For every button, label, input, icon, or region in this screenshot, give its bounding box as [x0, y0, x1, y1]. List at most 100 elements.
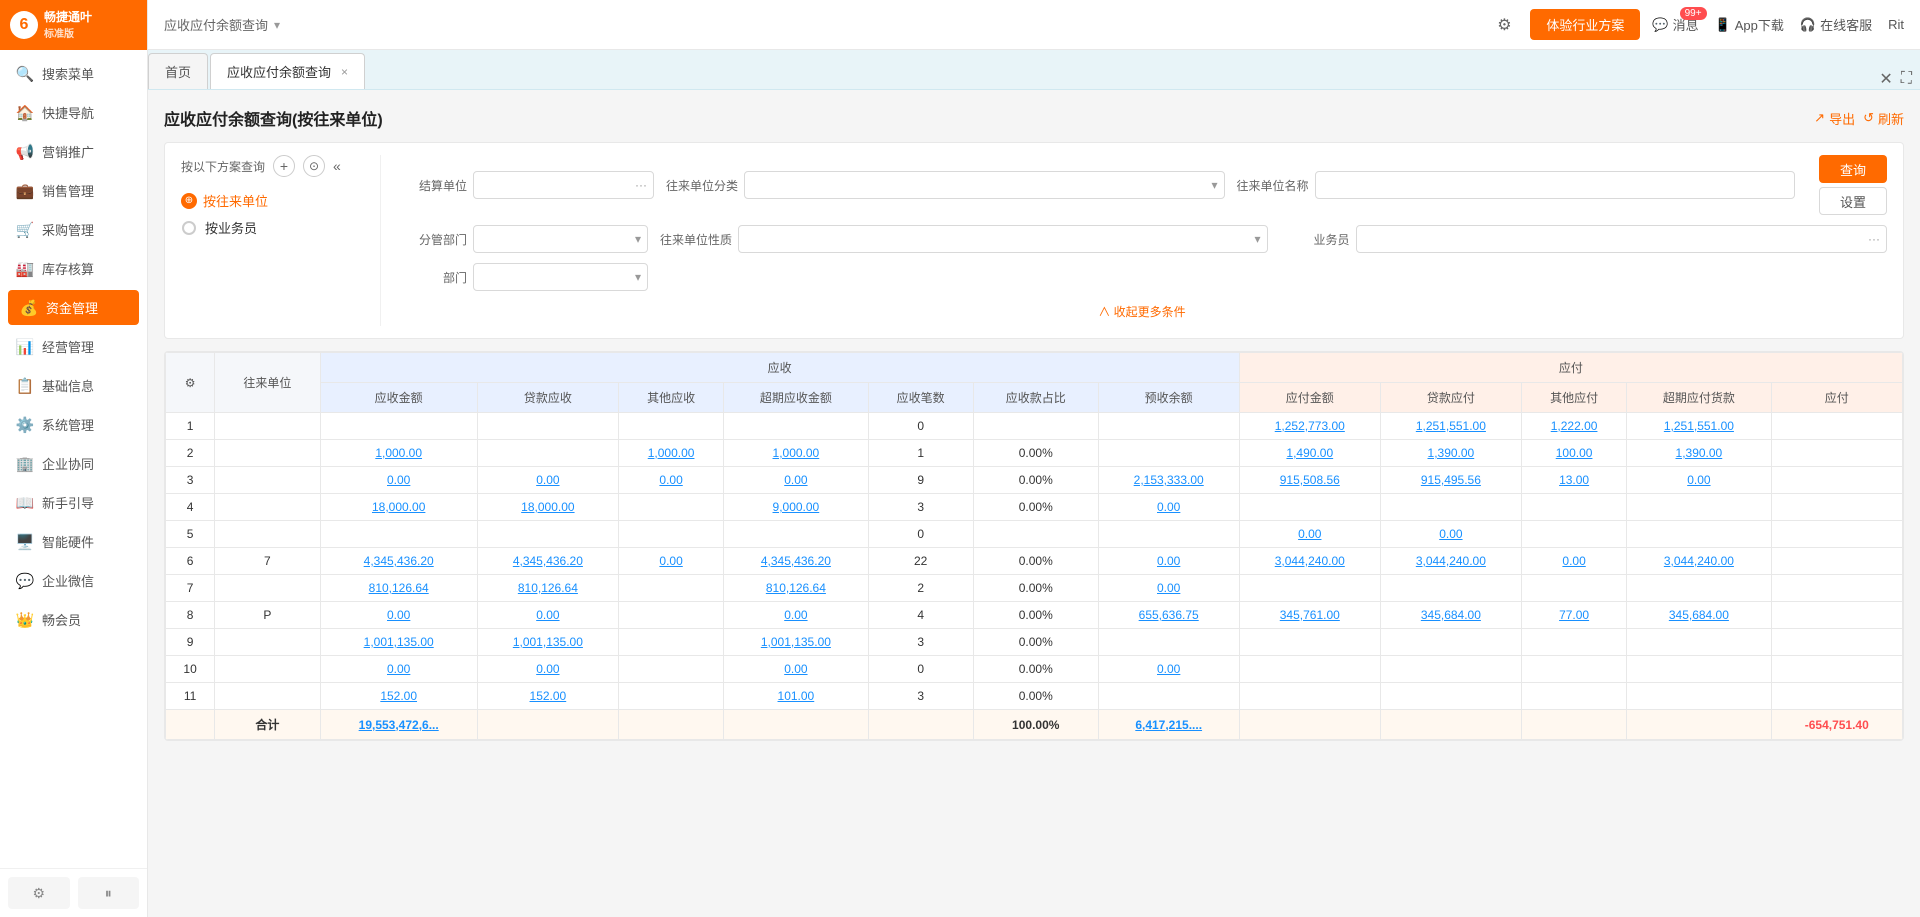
- row-prepay[interactable]: 0.00: [1098, 656, 1239, 683]
- scheme-option-unit[interactable]: ⊕ 按往来单位: [181, 189, 368, 212]
- row-ap-remain[interactable]: [1771, 683, 1903, 710]
- filter-dept-mgr-input[interactable]: [480, 232, 635, 246]
- row-ap-loan[interactable]: 3,044,240.00: [1380, 548, 1521, 575]
- row-ar-amount[interactable]: [320, 521, 477, 548]
- tab-expand-btn[interactable]: ⛶: [1901, 70, 1912, 88]
- row-prepay[interactable]: 655,636.75: [1098, 602, 1239, 629]
- sidebar-item-guide[interactable]: 📖 新手引导: [0, 483, 147, 522]
- sidebar-item-wechat[interactable]: 💬 企业微信: [0, 561, 147, 600]
- sidebar-item-member[interactable]: 👑 畅会员: [0, 600, 147, 639]
- row-ap-remain[interactable]: [1771, 521, 1903, 548]
- col-settings-icon[interactable]: ⚙: [185, 376, 196, 390]
- filter-dept-mgr-chevron-icon[interactable]: ▾: [635, 232, 641, 246]
- row-ap-remain[interactable]: [1771, 494, 1903, 521]
- row-ar-other[interactable]: 1,000.00: [618, 440, 723, 467]
- row-ap-loan[interactable]: [1380, 683, 1521, 710]
- online-service-btn[interactable]: 🎧 在线客服: [1800, 15, 1872, 34]
- filter-partner-nature-input[interactable]: [745, 232, 1254, 246]
- row-ap-loan[interactable]: 1,390.00: [1380, 440, 1521, 467]
- filter-salesperson-dots-icon[interactable]: ···: [1868, 232, 1880, 246]
- row-ap-other[interactable]: 1,222.00: [1521, 413, 1626, 440]
- row-ar-other[interactable]: [618, 413, 723, 440]
- sidebar-item-search[interactable]: 🔍 搜索菜单: [0, 54, 147, 93]
- row-ar-amount[interactable]: 0.00: [320, 467, 477, 494]
- row-ar-amount[interactable]: 810,126.64: [320, 575, 477, 602]
- row-ar-other[interactable]: 0.00: [618, 467, 723, 494]
- row-ap-overdue[interactable]: [1627, 683, 1771, 710]
- row-ar-overdue[interactable]: 0.00: [724, 467, 868, 494]
- row-ar-overdue[interactable]: 0.00: [724, 656, 868, 683]
- row-ap-amount[interactable]: 3,044,240.00: [1239, 548, 1380, 575]
- row-ar-amount[interactable]: 0.00: [320, 602, 477, 629]
- sidebar-item-quicknav[interactable]: 🏠 快捷导航: [0, 93, 147, 132]
- filter-dept-input-wrap[interactable]: ▾: [473, 263, 648, 291]
- row-ar-loan[interactable]: 0.00: [477, 602, 618, 629]
- filter-dept-chevron-icon[interactable]: ▾: [635, 270, 641, 284]
- row-ap-loan[interactable]: [1380, 575, 1521, 602]
- row-prepay[interactable]: [1098, 413, 1239, 440]
- row-ap-amount[interactable]: [1239, 575, 1380, 602]
- row-ap-loan[interactable]: [1380, 494, 1521, 521]
- row-ap-other[interactable]: [1521, 656, 1626, 683]
- tab-home[interactable]: 首页: [148, 53, 208, 89]
- filter-jiesuan-input-wrap[interactable]: ···: [473, 171, 654, 199]
- row-ap-other[interactable]: 77.00: [1521, 602, 1626, 629]
- row-ap-loan[interactable]: 0.00: [1380, 521, 1521, 548]
- row-ap-other[interactable]: [1521, 629, 1626, 656]
- row-ar-amount[interactable]: 152.00: [320, 683, 477, 710]
- row-ap-amount[interactable]: 345,761.00: [1239, 602, 1380, 629]
- th-settings[interactable]: ⚙: [166, 353, 215, 413]
- row-ap-overdue[interactable]: 3,044,240.00: [1627, 548, 1771, 575]
- row-ap-overdue[interactable]: 1,251,551.00: [1627, 413, 1771, 440]
- row-ap-remain[interactable]: [1771, 629, 1903, 656]
- row-ar-loan[interactable]: 4,345,436.20: [477, 548, 618, 575]
- row-ar-loan[interactable]: 0.00: [477, 467, 618, 494]
- row-ap-amount[interactable]: [1239, 683, 1380, 710]
- filter-salesperson-input-wrap[interactable]: ···: [1356, 225, 1887, 253]
- row-ar-overdue[interactable]: 101.00: [724, 683, 868, 710]
- filter-partner-name-input[interactable]: [1322, 178, 1788, 192]
- row-ap-amount[interactable]: [1239, 494, 1380, 521]
- footer-ar-total[interactable]: 19,553,472,6...: [320, 710, 477, 740]
- row-ar-other[interactable]: [618, 521, 723, 548]
- row-ar-overdue[interactable]: 810,126.64: [724, 575, 868, 602]
- row-ar-overdue[interactable]: 0.00: [724, 602, 868, 629]
- row-ar-overdue[interactable]: 1,001,135.00: [724, 629, 868, 656]
- collapse-more-btn[interactable]: ∧ 收起更多条件: [397, 297, 1887, 326]
- row-ar-other[interactable]: [618, 494, 723, 521]
- sidebar-item-marketing[interactable]: 📢 营销推广: [0, 132, 147, 171]
- row-prepay[interactable]: 0.00: [1098, 575, 1239, 602]
- row-ar-amount[interactable]: 18,000.00: [320, 494, 477, 521]
- row-ar-other[interactable]: [618, 656, 723, 683]
- row-ar-other[interactable]: [618, 602, 723, 629]
- row-ar-amount[interactable]: 4,345,436.20: [320, 548, 477, 575]
- row-ap-amount[interactable]: 1,252,773.00: [1239, 413, 1380, 440]
- row-ar-other[interactable]: 0.00: [618, 548, 723, 575]
- row-ar-overdue[interactable]: [724, 413, 868, 440]
- row-ap-other[interactable]: [1521, 521, 1626, 548]
- tab-close-all-btn[interactable]: ✕: [1879, 69, 1892, 89]
- breadcrumb-chevron-icon[interactable]: ▾: [274, 18, 280, 32]
- row-ap-loan[interactable]: [1380, 656, 1521, 683]
- app-download-btn[interactable]: 📱 App下载: [1715, 15, 1784, 34]
- row-ap-overdue[interactable]: 0.00: [1627, 467, 1771, 494]
- sidebar-item-finance[interactable]: 💰 资金管理: [8, 290, 139, 325]
- row-ap-remain[interactable]: [1771, 548, 1903, 575]
- row-ar-loan[interactable]: 0.00: [477, 656, 618, 683]
- row-ap-amount[interactable]: [1239, 629, 1380, 656]
- scheme-option-staff[interactable]: 按业务员: [181, 216, 368, 239]
- sidebar-item-corp[interactable]: 🏢 企业协同: [0, 444, 147, 483]
- sidebar-item-basic[interactable]: 📋 基础信息: [0, 366, 147, 405]
- filter-dept-input[interactable]: [480, 270, 635, 284]
- row-ap-loan[interactable]: 915,495.56: [1380, 467, 1521, 494]
- filter-partner-name-input-wrap[interactable]: [1315, 171, 1795, 199]
- row-ap-other[interactable]: [1521, 575, 1626, 602]
- row-ar-other[interactable]: [618, 683, 723, 710]
- refresh-button[interactable]: ↺ 刷新: [1863, 109, 1904, 128]
- row-ar-amount[interactable]: [320, 413, 477, 440]
- row-ap-overdue[interactable]: [1627, 494, 1771, 521]
- promo-button[interactable]: 体验行业方案: [1530, 9, 1640, 40]
- row-ap-amount[interactable]: [1239, 656, 1380, 683]
- tab-close-icon[interactable]: ×: [341, 65, 348, 79]
- settings-bottom-btn[interactable]: ⚙: [8, 877, 70, 909]
